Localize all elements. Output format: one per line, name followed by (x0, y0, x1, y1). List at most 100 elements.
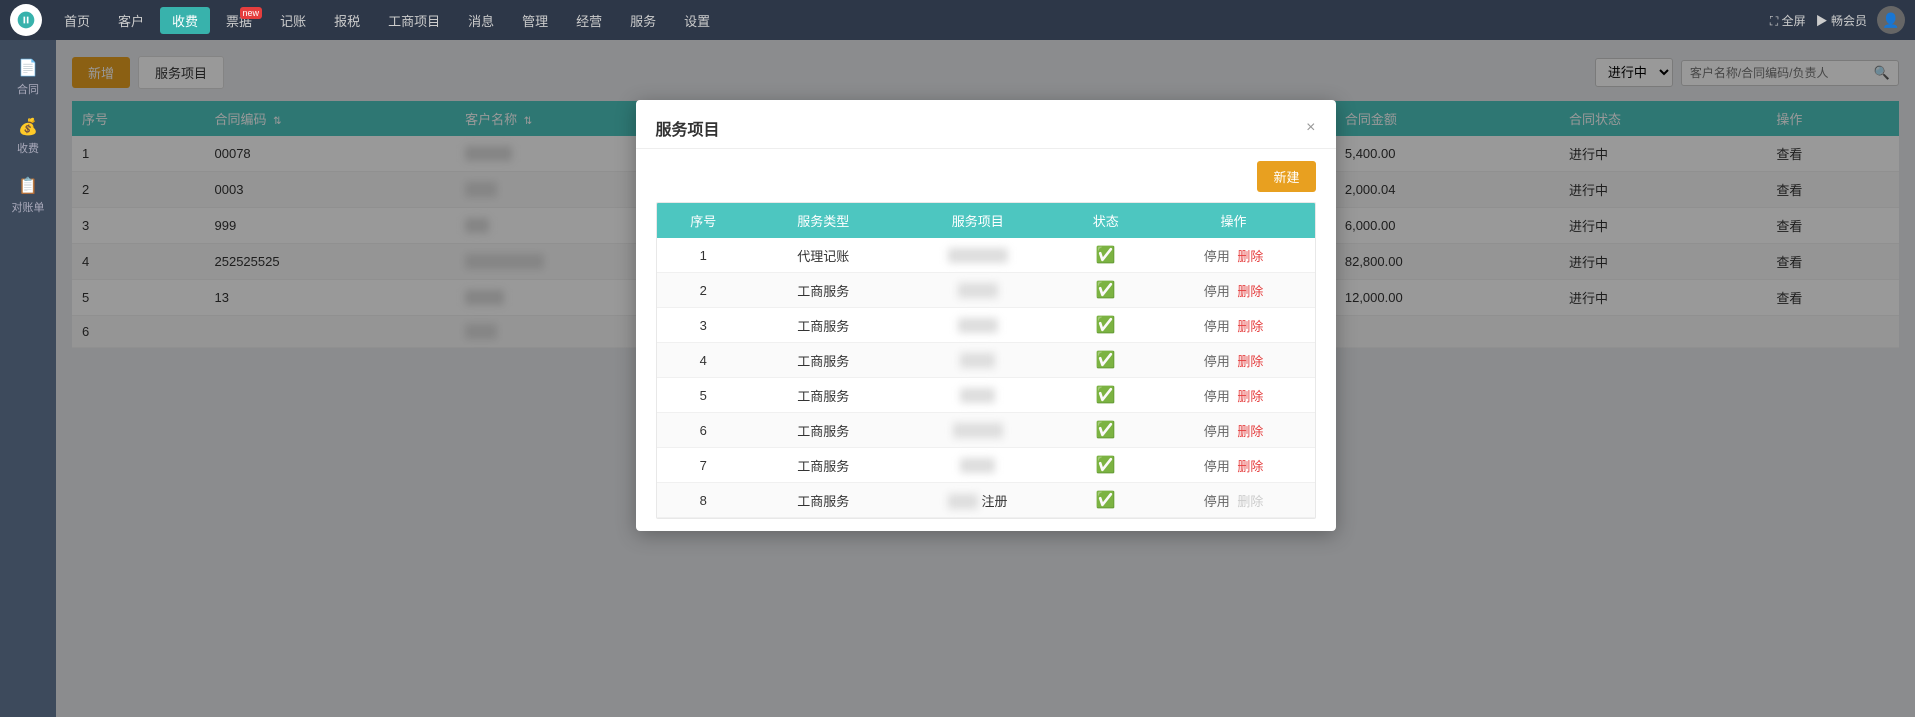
member-button[interactable]: ▶ 畅会员 (1816, 12, 1867, 29)
modal-cell-item: ■■ 注册 (896, 483, 1059, 518)
modal-cell-type: 工商服务 (750, 448, 896, 483)
modal-cell-item: ■■ (896, 343, 1059, 378)
status-check-icon: ✅ (1096, 422, 1116, 439)
modal-cell-status: ✅ (1059, 413, 1153, 448)
modal-cell-action: 停用 删除 (1153, 483, 1315, 518)
nav-home[interactable]: 首页 (52, 7, 102, 34)
modal-col-status: 状态 (1059, 203, 1153, 238)
nav-operation[interactable]: 经营 (564, 7, 614, 34)
status-check-icon: ✅ (1096, 247, 1116, 264)
delete-button[interactable]: 删除 (1237, 354, 1263, 369)
modal-cell-type: 工商服务 (750, 413, 896, 448)
modal-new-button[interactable]: 新建 (1257, 161, 1315, 192)
app-logo (10, 4, 42, 36)
delete-button[interactable]: 删除 (1237, 284, 1263, 299)
sidebar-item-contract[interactable]: 📄 合同 (0, 50, 56, 105)
delete-button[interactable]: 删除 (1237, 424, 1263, 439)
nav-manage[interactable]: 管理 (510, 7, 560, 34)
modal-cell-seq: 5 (657, 378, 751, 413)
modal-title: 服务项目 (656, 116, 720, 140)
stop-button[interactable]: 停用 (1204, 284, 1230, 299)
stop-button[interactable]: 停用 (1204, 389, 1230, 404)
stop-button[interactable]: 停用 (1204, 319, 1230, 334)
nav-charge[interactable]: 收费 (160, 7, 210, 34)
delete-button[interactable]: 删除 (1237, 459, 1263, 474)
service-modal: 服务项目 × 新建 序号 服务类型 服务项目 (636, 100, 1336, 531)
modal-table-row: 3 工商服务 ■■■ ✅ 停用 删除 (657, 308, 1315, 343)
fullscreen-button[interactable]: ⛶ 全屏 (1770, 12, 1806, 29)
modal-cell-seq: 8 (657, 483, 751, 518)
modal-cell-status: ✅ (1059, 378, 1153, 413)
modal-cell-seq: 2 (657, 273, 751, 308)
modal-cell-item: ■■■■ 1 (896, 238, 1059, 273)
modal-cell-status: ✅ (1059, 238, 1153, 273)
modal-cell-action: 停用 删除 (1153, 413, 1315, 448)
modal-cell-seq: 3 (657, 308, 751, 343)
modal-close-button[interactable]: × (1306, 119, 1315, 137)
status-check-icon: ✅ (1096, 317, 1116, 334)
status-check-icon: ✅ (1096, 352, 1116, 369)
modal-cell-action: 停用 删除 (1153, 448, 1315, 483)
nav-items: 首页 客户 收费 票据 new 记账 报税 工商项目 消息 管理 经营 服务 设… (52, 7, 1770, 34)
modal-cell-type: 工商服务 (750, 308, 896, 343)
delete-button[interactable]: 删除 (1237, 249, 1263, 264)
stop-button[interactable]: 停用 (1204, 494, 1230, 509)
modal-cell-action: 停用 删除 (1153, 308, 1315, 343)
modal-cell-type: 工商服务 (750, 343, 896, 378)
layout: 📄 合同 💰 收费 📋 对账单 新增 服务项目 进行中 全部 已完成 已暂停 (0, 40, 1915, 717)
modal-header: 服务项目 × (636, 100, 1336, 149)
nav-client[interactable]: 客户 (106, 7, 156, 34)
nav-tax[interactable]: 报税 (322, 7, 372, 34)
status-check-icon: ✅ (1096, 387, 1116, 404)
modal-cell-action: 停用 删除 (1153, 238, 1315, 273)
status-check-icon: ✅ (1096, 282, 1116, 299)
modal-cell-action: 停用 删除 (1153, 343, 1315, 378)
sidebar: 📄 合同 💰 收费 📋 对账单 (0, 40, 56, 717)
modal-table-wrapper: 序号 服务类型 服务项目 状态 操作 1 代理记账 (656, 202, 1316, 519)
fullscreen-icon: ⛶ (1770, 14, 1778, 28)
modal-cell-type: 工商服务 (750, 273, 896, 308)
top-navigation: 首页 客户 收费 票据 new 记账 报税 工商项目 消息 管理 经营 服务 设… (0, 0, 1915, 40)
modal-cell-status: ✅ (1059, 448, 1153, 483)
charge-icon: 💰 (18, 117, 38, 137)
contract-icon: 📄 (18, 58, 38, 78)
nav-settings[interactable]: 设置 (672, 7, 722, 34)
avatar[interactable]: 👤 (1877, 6, 1905, 34)
modal-body: 新建 序号 服务类型 服务项目 状态 操作 (636, 149, 1336, 531)
modal-cell-type: 代理记账 (750, 238, 896, 273)
modal-cell-status: ✅ (1059, 308, 1153, 343)
nav-service[interactable]: 服务 (618, 7, 668, 34)
sidebar-item-statement[interactable]: 📋 对账单 (0, 168, 56, 223)
modal-table-row: 6 工商服务 ■■■■ ✅ 停用 删除 (657, 413, 1315, 448)
delete-button-disabled: 删除 (1237, 494, 1263, 509)
status-check-icon: ✅ (1096, 492, 1116, 509)
nav-business[interactable]: 工商项目 (376, 7, 452, 34)
modal-cell-type: 工商服务 (750, 378, 896, 413)
stop-button[interactable]: 停用 (1204, 424, 1230, 439)
stop-button[interactable]: 停用 (1204, 459, 1230, 474)
stop-button[interactable]: 停用 (1204, 354, 1230, 369)
modal-cell-seq: 4 (657, 343, 751, 378)
modal-table-row: 7 工商服务 ■■ ✅ 停用 删除 (657, 448, 1315, 483)
modal-cell-item: ■■■ (896, 308, 1059, 343)
modal-table-row: 1 代理记账 ■■■■ 1 ✅ 停用 删除 (657, 238, 1315, 273)
status-check-icon: ✅ (1096, 457, 1116, 474)
nav-message[interactable]: 消息 (456, 7, 506, 34)
delete-button[interactable]: 删除 (1237, 319, 1263, 334)
modal-cell-type: 工商服务 (750, 483, 896, 518)
modal-table-row: 2 工商服务 ■■■ ✅ 停用 删除 (657, 273, 1315, 308)
modal-cell-seq: 7 (657, 448, 751, 483)
modal-overlay[interactable]: 服务项目 × 新建 序号 服务类型 服务项目 (56, 40, 1915, 717)
modal-cell-item: ■■ (896, 448, 1059, 483)
modal-toolbar: 新建 (656, 161, 1316, 192)
nav-invoice[interactable]: 票据 new (214, 7, 264, 34)
nav-bookkeeping[interactable]: 记账 (268, 7, 318, 34)
modal-cell-status: ✅ (1059, 483, 1153, 518)
modal-table-row: 4 工商服务 ■■ ✅ 停用 删除 (657, 343, 1315, 378)
service-table: 序号 服务类型 服务项目 状态 操作 1 代理记账 (657, 203, 1315, 518)
delete-button[interactable]: 删除 (1237, 389, 1263, 404)
stop-button[interactable]: 停用 (1204, 249, 1230, 264)
sidebar-item-charge[interactable]: 💰 收费 (0, 109, 56, 164)
modal-col-item: 服务项目 (896, 203, 1059, 238)
modal-col-type: 服务类型 (750, 203, 896, 238)
